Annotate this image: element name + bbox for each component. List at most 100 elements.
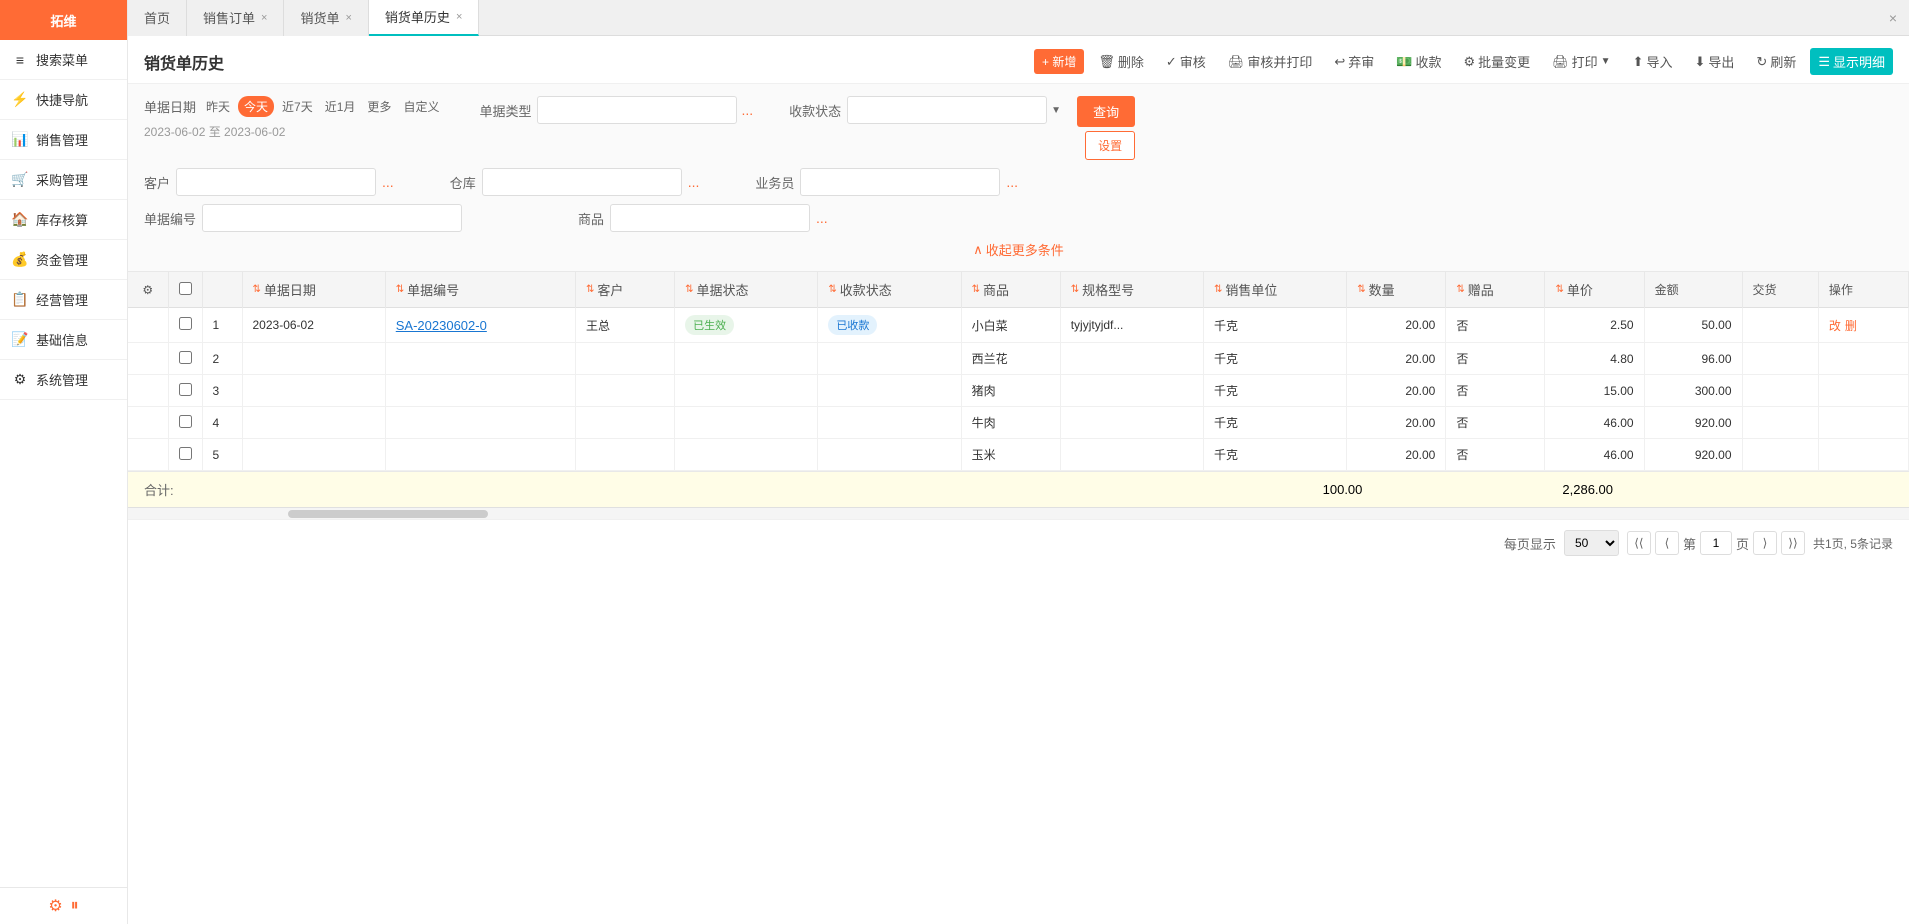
cell-doc-no[interactable]: SA-20230602-0: [385, 308, 575, 343]
goods-dots-button[interactable]: ...: [816, 210, 828, 226]
delete-op-button[interactable]: 删: [1845, 319, 1857, 333]
per-page-select[interactable]: 50 100 200: [1564, 530, 1619, 556]
new-button[interactable]: + 新增: [1034, 49, 1084, 74]
show-details-button[interactable]: ☰ 显示明细: [1810, 48, 1893, 75]
tab-home[interactable]: 首页: [128, 0, 187, 36]
export-button[interactable]: ⬇ 导出: [1686, 48, 1742, 75]
tab-sales-delivery[interactable]: 销货单 ×: [284, 0, 368, 36]
tab-sales-history-close[interactable]: ×: [456, 11, 462, 23]
row-checkbox[interactable]: [179, 415, 192, 428]
tab-sales-delivery-close[interactable]: ×: [345, 12, 351, 24]
col-spec[interactable]: ⇅规格型号: [1060, 272, 1203, 308]
total-qty-value: 100.00: [1323, 482, 1363, 497]
doc-type-dots-button[interactable]: ...: [741, 102, 753, 118]
warehouse-dots-button[interactable]: ...: [688, 174, 700, 190]
col-doc-no[interactable]: ⇅单据编号: [385, 272, 575, 308]
warehouse-label: 仓库: [450, 173, 476, 192]
row-checkbox[interactable]: [179, 351, 192, 364]
close-all-tabs-button[interactable]: ×: [1877, 10, 1909, 26]
audit-print-button[interactable]: 🖨 审核并打印: [1220, 48, 1321, 75]
cell-amount: 920.00: [1644, 407, 1742, 439]
sidebar-item-inventory[interactable]: 🏠 库存核算: [0, 200, 127, 240]
date-shortcuts: 昨天 今天 近7天 近1月 更多 自定义: [202, 96, 443, 117]
cell-unit-price: 15.00: [1545, 375, 1644, 407]
sidebar-settings-icon[interactable]: ⚙: [48, 896, 62, 916]
doc-type-select[interactable]: [537, 96, 737, 124]
refresh-button[interactable]: ↻ 刷新: [1748, 48, 1804, 75]
scrollbar-thumb[interactable]: [288, 510, 488, 518]
col-payment-status[interactable]: ⇅收款状态: [818, 272, 961, 308]
audit-button[interactable]: ✓ 审核: [1158, 48, 1214, 75]
cell-delivery: [1742, 308, 1818, 343]
import-button[interactable]: ⬆ 导入: [1625, 48, 1681, 75]
sidebar-item-sales-mgmt[interactable]: 📊 销售管理: [0, 120, 127, 160]
last-page-button[interactable]: ⟩⟩: [1781, 531, 1805, 555]
collect-button[interactable]: 💵 收款: [1388, 48, 1449, 75]
sidebar-item-label: 采购管理: [36, 170, 88, 189]
query-button[interactable]: 查询: [1077, 96, 1135, 127]
page-number-input[interactable]: [1700, 531, 1732, 555]
payment-status-select[interactable]: [847, 96, 1047, 124]
first-page-button[interactable]: ⟨⟨: [1627, 531, 1651, 555]
payment-status-dropdown-icon[interactable]: ▼: [1051, 105, 1061, 116]
date-shortcut-yesterday[interactable]: 昨天: [202, 96, 234, 117]
col-customer[interactable]: ⇅客户: [575, 272, 674, 308]
col-settings[interactable]: ⚙: [128, 272, 168, 308]
tab-sales-history[interactable]: 销货单历史 ×: [369, 0, 479, 36]
salesperson-dots-button[interactable]: ...: [1006, 174, 1018, 190]
delete-button[interactable]: 🗑 删除: [1090, 48, 1152, 75]
col-qty[interactable]: ⇅数量: [1347, 272, 1446, 308]
sidebar-item-system-mgmt[interactable]: ⚙ 系统管理: [0, 360, 127, 400]
col-doc-date[interactable]: ⇅单据日期: [242, 272, 385, 308]
row-checkbox[interactable]: [179, 317, 192, 330]
sidebar-item-operation[interactable]: 📋 经营管理: [0, 280, 127, 320]
cell-checkbox[interactable]: [168, 407, 202, 439]
horizontal-scrollbar[interactable]: [128, 507, 1909, 519]
sidebar-item-quick-nav[interactable]: ⚡ 快捷导航: [0, 80, 127, 120]
date-shortcut-custom[interactable]: 自定义: [399, 96, 443, 117]
row-checkbox[interactable]: [179, 383, 192, 396]
page-title: 销货单历史: [144, 50, 224, 74]
tab-home-label: 首页: [144, 8, 170, 27]
sidebar-item-purchase-mgmt[interactable]: 🛒 采购管理: [0, 160, 127, 200]
sidebar-item-search[interactable]: ≡ 搜索菜单: [0, 40, 127, 80]
date-shortcut-1month[interactable]: 近1月: [321, 96, 360, 117]
cell-checkbox[interactable]: [168, 343, 202, 375]
tab-sales-order-close[interactable]: ×: [261, 12, 267, 24]
row-checkbox[interactable]: [179, 447, 192, 460]
next-page-button[interactable]: ⟩: [1753, 531, 1777, 555]
customer-dots-button[interactable]: ...: [382, 174, 394, 190]
cell-doc-date: [242, 375, 385, 407]
doc-number-input[interactable]: [202, 204, 462, 232]
cell-checkbox[interactable]: [168, 308, 202, 343]
date-shortcut-more[interactable]: 更多: [363, 96, 395, 117]
col-doc-status[interactable]: ⇅单据状态: [675, 272, 818, 308]
col-unit[interactable]: ⇅销售单位: [1203, 272, 1346, 308]
sidebar-item-basic-info[interactable]: 📝 基础信息: [0, 320, 127, 360]
doc-no-link[interactable]: SA-20230602-0: [396, 318, 487, 333]
sidebar-item-label: 系统管理: [36, 370, 88, 389]
col-gift[interactable]: ⇅赠品: [1446, 272, 1545, 308]
print-button[interactable]: 🖨 打印 ▼: [1544, 48, 1618, 75]
col-goods[interactable]: ⇅商品: [961, 272, 1060, 308]
date-shortcut-7days[interactable]: 近7天: [278, 96, 317, 117]
sort-icon: ⇅: [1214, 284, 1222, 295]
prev-page-button[interactable]: ⟨: [1655, 531, 1679, 555]
warehouse-input[interactable]: [482, 168, 682, 196]
tab-sales-order[interactable]: 销售订单 ×: [187, 0, 284, 36]
cell-checkbox[interactable]: [168, 439, 202, 471]
salesperson-input[interactable]: [800, 168, 1000, 196]
collapse-button[interactable]: ∧ 收起更多条件: [973, 240, 1064, 259]
edit-op-button[interactable]: 改: [1829, 319, 1841, 333]
goods-input[interactable]: [610, 204, 810, 232]
customer-input[interactable]: [176, 168, 376, 196]
abandon-button[interactable]: ↩ 弃审: [1326, 48, 1382, 75]
set-button[interactable]: 设置: [1085, 131, 1135, 160]
cell-checkbox[interactable]: [168, 375, 202, 407]
date-shortcut-today[interactable]: 今天: [238, 96, 274, 117]
batch-change-button[interactable]: ⚙ 批量变更: [1455, 48, 1538, 75]
sidebar-item-finance[interactable]: 💰 资金管理: [0, 240, 127, 280]
select-all-checkbox[interactable]: [179, 282, 192, 295]
col-unit-price[interactable]: ⇅单价: [1545, 272, 1644, 308]
sidebar-collapse-icon[interactable]: ⏸: [71, 897, 79, 915]
